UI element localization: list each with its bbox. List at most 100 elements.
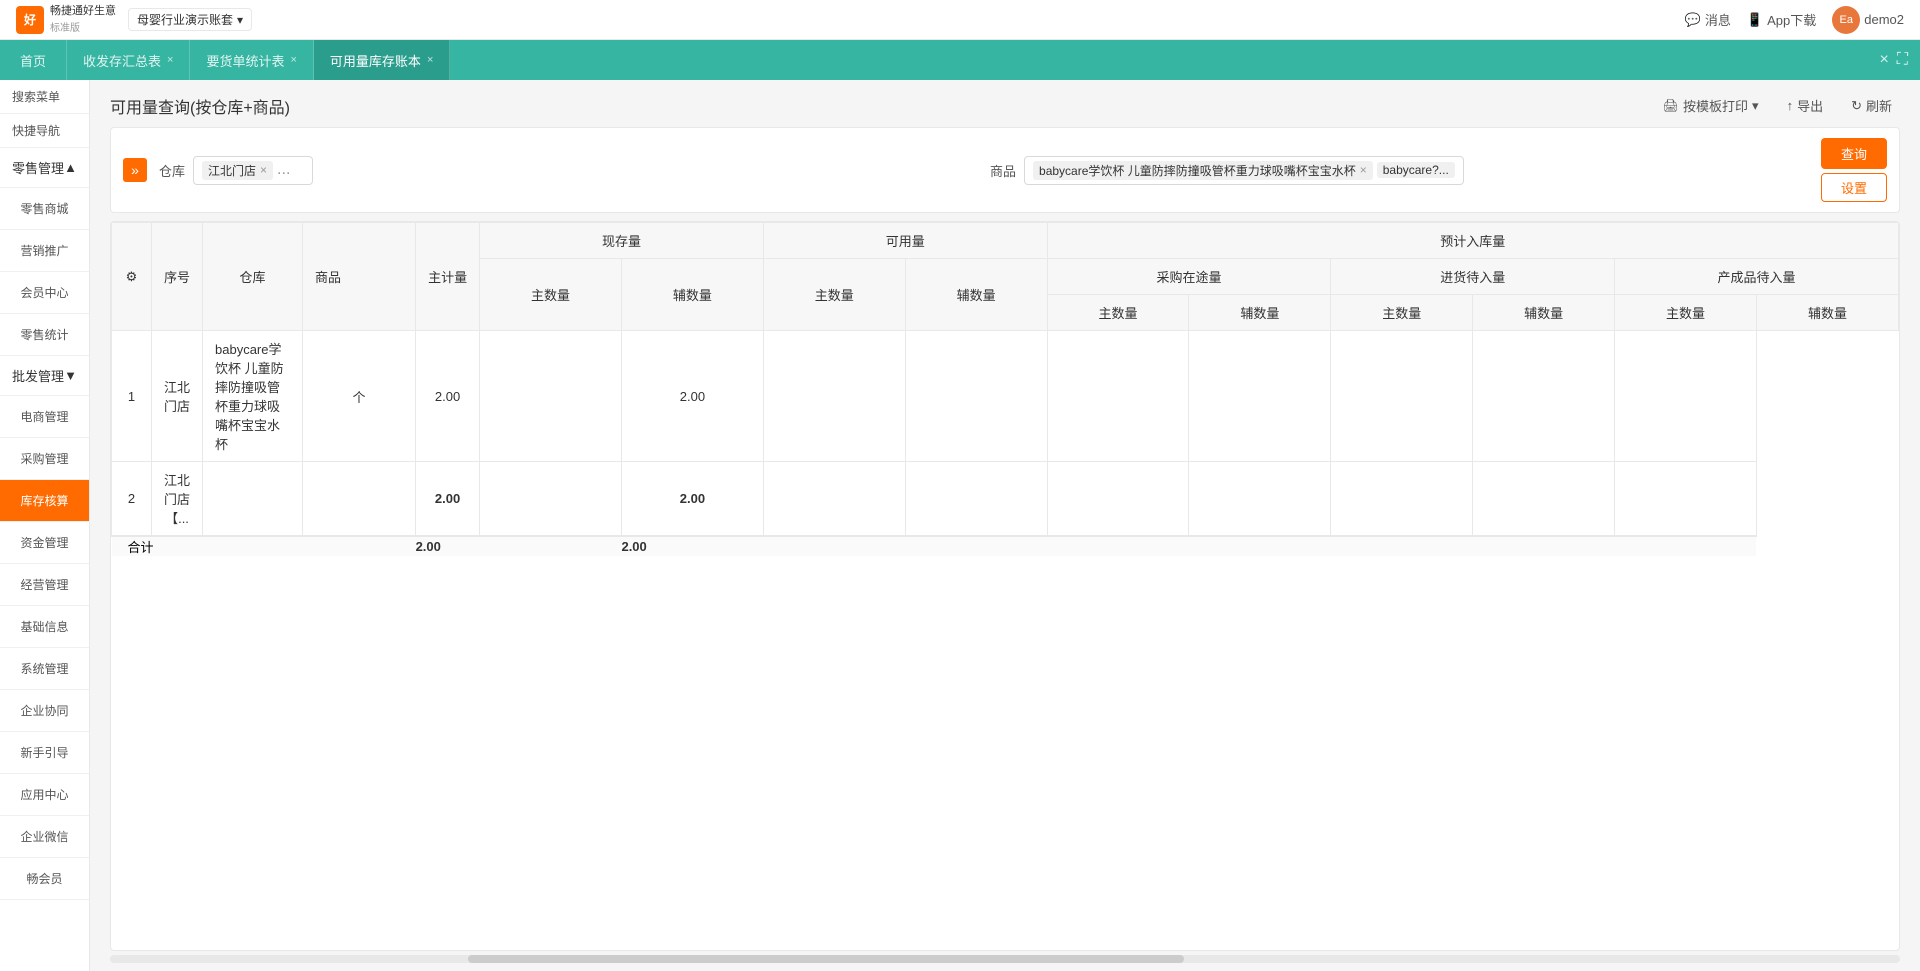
close-all-button[interactable]: ×	[1879, 51, 1888, 69]
cell-purchase-main	[905, 462, 1047, 537]
th-goods-arriving: 进货待入量	[1331, 259, 1615, 295]
refresh-button[interactable]: ↻ 刷新	[1843, 92, 1900, 119]
cell-num: 2	[112, 462, 152, 537]
cell-num: 1	[112, 331, 152, 462]
tab-receipts-label: 收发存汇总表	[83, 51, 161, 70]
sidebar: 搜索菜单 快捷导航 零售管理 ▲ 零售商城 营销推广 会员中心 零售统计 批发管…	[0, 80, 90, 971]
product-filter-group: 商品 babycare学饮杯 儿童防摔防撞吸管杯重力球吸嘴杯宝宝水杯 × bab…	[990, 156, 1809, 185]
cell-available-aux	[763, 462, 905, 537]
sidebar-item-vip[interactable]: 畅会员	[0, 858, 89, 900]
sidebar-operations-label: 经营管理	[20, 578, 68, 592]
tab-inventory-label: 可用量库存账本	[330, 51, 421, 70]
total-goods-main	[1189, 536, 1331, 556]
tab-orders-close[interactable]: ×	[290, 54, 296, 66]
fullscreen-button[interactable]: ⛶	[1897, 51, 1908, 69]
table-scrollbar[interactable]	[110, 955, 1900, 963]
refresh-icon: ↻	[1851, 98, 1862, 114]
tab-receipts-close[interactable]: ×	[167, 54, 173, 66]
sidebar-item-enterprise-wechat[interactable]: 企业微信	[0, 816, 89, 858]
sidebar-item-basics[interactable]: 基础信息	[0, 606, 89, 648]
app-download-button[interactable]: 📱 App下载	[1747, 10, 1816, 29]
sidebar-members-label: 会员中心	[20, 286, 68, 300]
filter-expand-button[interactable]: »	[123, 158, 147, 182]
filter-actions: 查询 设置	[1821, 138, 1887, 202]
warehouse-input[interactable]: 江北门店 × ...	[193, 156, 313, 185]
sidebar-item-retail-mall[interactable]: 零售商城	[0, 188, 89, 230]
filter-bar: » 仓库 江北门店 × ... 商品 babycare学饮杯 儿童防摔防撞吸管杯…	[110, 127, 1900, 213]
warehouse-remove-icon[interactable]: ×	[260, 163, 267, 177]
industry-selector[interactable]: 母婴行业演示账套 ▾	[128, 8, 252, 31]
total-current-main: 2.00	[416, 536, 480, 556]
query-button[interactable]: 查询	[1821, 138, 1887, 169]
tab-orders[interactable]: 要货单统计表 ×	[190, 40, 313, 80]
total-products-main	[1473, 536, 1615, 556]
inventory-table-container[interactable]: ⚙ 序号 仓库 商品 主计量 现存量 可用量 预计入库量 主数量 辅数量 主数量	[110, 221, 1900, 951]
cell-purchase-main	[905, 331, 1047, 462]
cell-warehouse: 江北门店【...	[152, 462, 203, 537]
sidebar-enterprise-label: 企业协同	[20, 704, 68, 718]
scrollbar-thumb[interactable]	[468, 955, 1184, 963]
th-main-unit: 主计量	[416, 223, 480, 331]
th-products-aux: 辅数量	[1756, 295, 1898, 331]
tab-inventory-close[interactable]: ×	[427, 54, 433, 66]
user-menu[interactable]: Ea demo2	[1832, 6, 1904, 34]
page-header-actions: 🖨 按模板打印 ▾ ↑ 导出 ↻ 刷新	[1655, 92, 1901, 119]
warehouse-filter-label: 仓库	[159, 161, 185, 180]
export-button[interactable]: ↑ 导出	[1779, 92, 1832, 119]
sidebar-wholesale-label: 批发管理	[12, 366, 64, 385]
sidebar-purchase-label: 采购管理	[20, 452, 68, 466]
sidebar-item-operations[interactable]: 经营管理	[0, 564, 89, 606]
logo-icon: 好	[16, 6, 44, 34]
total-available-main: 2.00	[621, 536, 763, 556]
sidebar-item-finance[interactable]: 资金管理	[0, 522, 89, 564]
product-remove-1-icon[interactable]: ×	[1360, 163, 1367, 177]
sidebar-item-members[interactable]: 会员中心	[0, 272, 89, 314]
tab-receipts[interactable]: 收发存汇总表 ×	[67, 40, 190, 80]
sidebar-item-purchase[interactable]: 采购管理	[0, 438, 89, 480]
total-label: 合计	[112, 536, 416, 556]
total-purchase-aux	[1047, 536, 1189, 556]
cell-purchase-aux	[1047, 331, 1189, 462]
sidebar-item-marketing[interactable]: 营销推广	[0, 230, 89, 272]
table-row: 1 江北门店 babycare学饮杯 儿童防摔防撞吸管杯重力球吸嘴杯宝宝水杯 个…	[112, 331, 1899, 462]
th-purchase-aux: 辅数量	[1189, 295, 1331, 331]
th-available: 可用量	[763, 223, 1047, 259]
tab-home[interactable]: 首页	[0, 40, 67, 80]
product-tag-2: babycare?...	[1377, 162, 1455, 178]
th-purchase-main: 主数量	[1047, 295, 1189, 331]
logo-title: 畅捷通好生意	[50, 5, 116, 18]
cell-warehouse: 江北门店	[152, 331, 203, 462]
cell-goods-main	[1189, 331, 1331, 462]
th-current-aux: 辅数量	[621, 259, 763, 331]
inventory-table: ⚙ 序号 仓库 商品 主计量 现存量 可用量 预计入库量 主数量 辅数量 主数量	[111, 222, 1899, 556]
sidebar-item-newbie[interactable]: 新手引导	[0, 732, 89, 774]
sidebar-item-wholesale[interactable]: 批发管理 ▼	[0, 356, 89, 396]
th-current-stock: 现存量	[480, 223, 764, 259]
product-input[interactable]: babycare学饮杯 儿童防摔防撞吸管杯重力球吸嘴杯宝宝水杯 × babyca…	[1024, 156, 1464, 185]
sidebar-retail-mall-label: 零售商城	[20, 202, 68, 216]
sidebar-item-inventory-check[interactable]: 库存核算	[0, 480, 89, 522]
template-print-button[interactable]: 🖨 按模板打印 ▾	[1655, 92, 1767, 119]
sidebar-search[interactable]: 搜索菜单	[0, 80, 89, 114]
sidebar-item-retail[interactable]: 零售管理 ▲	[0, 148, 89, 188]
tab-spacer	[450, 40, 1867, 80]
sidebar-item-app-center[interactable]: 应用中心	[0, 774, 89, 816]
sidebar-enterprise-wechat-label: 企业微信	[20, 830, 68, 844]
industry-label: 母婴行业演示账套	[137, 11, 233, 28]
cell-unit: 个	[303, 331, 416, 462]
sidebar-item-enterprise[interactable]: 企业协同	[0, 690, 89, 732]
th-settings[interactable]: ⚙	[112, 223, 152, 331]
settings-button[interactable]: 设置	[1821, 173, 1887, 202]
cell-product: babycare学饮杯 儿童防摔防撞吸管杯重力球吸嘴杯宝宝水杯	[203, 331, 303, 462]
warehouse-tag-value: 江北门店	[208, 162, 256, 179]
warehouse-dots[interactable]: ...	[277, 161, 290, 179]
sidebar-item-system[interactable]: 系统管理	[0, 648, 89, 690]
message-button[interactable]: 💬 消息	[1685, 10, 1731, 29]
tab-inventory[interactable]: 可用量库存账本 ×	[314, 40, 450, 80]
sidebar-item-retail-stats[interactable]: 零售统计	[0, 314, 89, 356]
sidebar-item-ecommerce[interactable]: 电商管理	[0, 396, 89, 438]
sidebar-quick-nav[interactable]: 快捷导航	[0, 114, 89, 148]
main-layout: 搜索菜单 快捷导航 零售管理 ▲ 零售商城 营销推广 会员中心 零售统计 批发管…	[0, 80, 1920, 971]
sidebar-ecommerce-label: 电商管理	[20, 410, 68, 424]
th-goods-main: 主数量	[1331, 295, 1473, 331]
